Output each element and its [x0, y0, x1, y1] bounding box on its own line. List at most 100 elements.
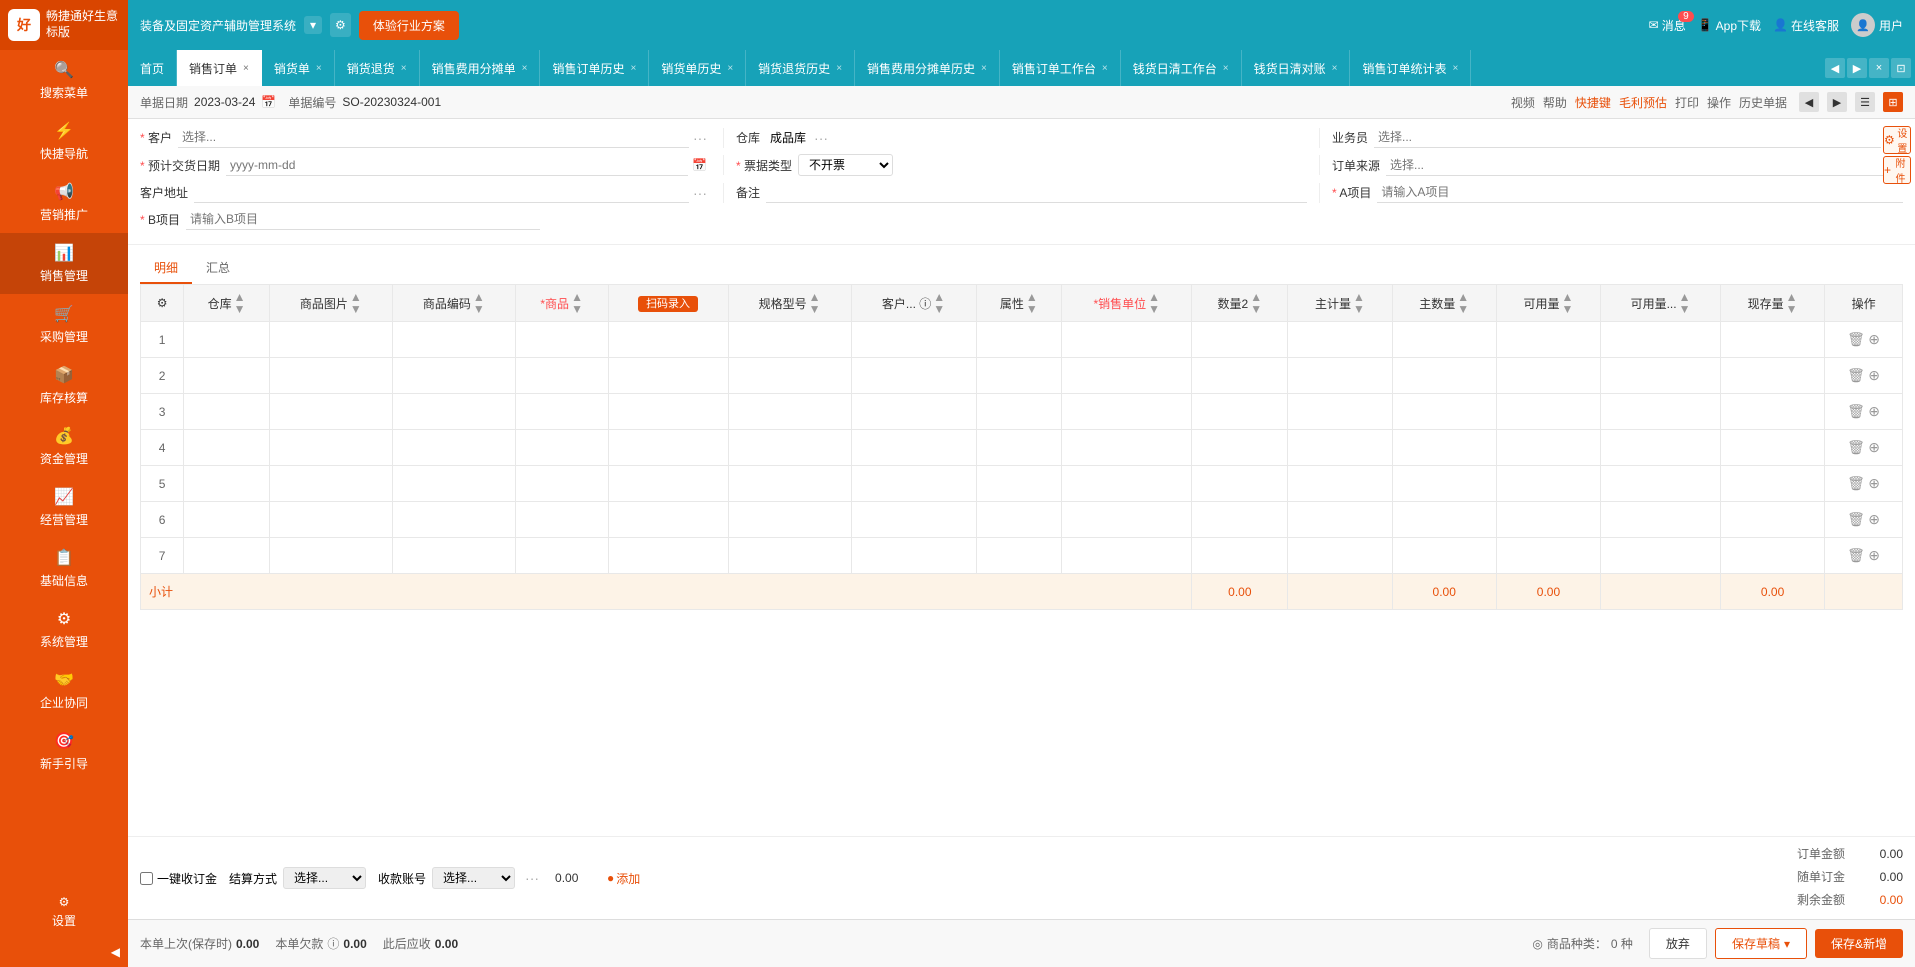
cell-image-4[interactable]	[269, 430, 392, 466]
cell-attr-1[interactable]	[976, 322, 1062, 358]
th-main-unit[interactable]: 主计量▲▼	[1288, 285, 1392, 322]
sidebar-item-0[interactable]: 🔍搜索菜单	[0, 50, 128, 111]
th-main-qty[interactable]: 主数量▲▼	[1392, 285, 1496, 322]
copy-icon-1[interactable]: ⊕	[1868, 331, 1880, 347]
delete-icon-6[interactable]: 🗑	[1847, 511, 1865, 527]
cell-qty2-3[interactable]	[1192, 394, 1288, 430]
cell-code-6[interactable]	[392, 502, 515, 538]
sidebar-item-10[interactable]: 🤝企业协同	[0, 660, 128, 721]
tab-expand-btn[interactable]: ⊡	[1891, 58, 1911, 78]
cell-available-3[interactable]	[1496, 394, 1600, 430]
tab-next-btn[interactable]: ▶	[1847, 58, 1867, 78]
th-attribute[interactable]: 属性▲▼	[976, 285, 1062, 322]
invoice-select[interactable]: 不开票 普通发票 增值税发票	[798, 154, 893, 176]
close-tab-1[interactable]: ×	[243, 63, 249, 74]
order-source-input[interactable]	[1386, 155, 1903, 176]
copy-icon-4[interactable]: ⊕	[1868, 439, 1880, 455]
cell-spec-7[interactable]	[728, 538, 851, 574]
cell-available-2[interactable]	[1496, 358, 1600, 394]
th-settings[interactable]: ⚙	[141, 285, 184, 322]
tab-prev-btn[interactable]: ◀	[1825, 58, 1845, 78]
close-tab-9[interactable]: ×	[1102, 63, 1108, 74]
cell-code-3[interactable]	[392, 394, 515, 430]
delete-icon-2[interactable]: 🗑	[1847, 367, 1865, 383]
tab-detail[interactable]: 明细	[140, 253, 192, 284]
toolbar-next-btn[interactable]: ▶	[1827, 92, 1847, 112]
customer-addr-input[interactable]	[194, 182, 689, 203]
nav-tab-3[interactable]: 销货退货×	[335, 50, 420, 86]
th-qty2[interactable]: 数量2▲▼	[1192, 285, 1288, 322]
th-code[interactable]: 商品编码▲▼	[392, 285, 515, 322]
nav-tab-10[interactable]: 钱货日清工作台×	[1121, 50, 1242, 86]
cell-qty2-7[interactable]	[1192, 538, 1288, 574]
cell-stock-6[interactable]	[1720, 502, 1824, 538]
delete-icon-4[interactable]: 🗑	[1847, 439, 1865, 455]
sidebar-item-11[interactable]: 🎯新手引导	[0, 721, 128, 782]
close-tab-7[interactable]: ×	[836, 63, 842, 74]
close-tab-8[interactable]: ×	[981, 63, 987, 74]
sidebar-item-1[interactable]: ⚡快捷导航	[0, 111, 128, 172]
cell-main-qty-3[interactable]	[1392, 394, 1496, 430]
cell-main-qty-5[interactable]	[1392, 466, 1496, 502]
copy-icon-5[interactable]: ⊕	[1868, 475, 1880, 491]
a-project-input[interactable]	[1377, 182, 1903, 203]
delete-icon-5[interactable]: 🗑	[1847, 475, 1865, 491]
cell-attr-3[interactable]	[976, 394, 1062, 430]
cell-available2-1[interactable]	[1601, 322, 1721, 358]
cell-scan-6[interactable]	[608, 502, 728, 538]
cell-image-7[interactable]	[269, 538, 392, 574]
cell-code-1[interactable]	[392, 322, 515, 358]
cell-main-unit-4[interactable]	[1288, 430, 1392, 466]
cell-scan-1[interactable]	[608, 322, 728, 358]
close-tab-11[interactable]: ×	[1332, 63, 1338, 74]
cell-image-3[interactable]	[269, 394, 392, 430]
cell-main-qty-2[interactable]	[1392, 358, 1496, 394]
save-new-btn[interactable]: 保存&新增	[1815, 929, 1903, 958]
cell-scan-2[interactable]	[608, 358, 728, 394]
cell-image-2[interactable]	[269, 358, 392, 394]
nav-tab-4[interactable]: 销售费用分摊单×	[420, 50, 541, 86]
save-draft-btn[interactable]: 保存草稿 ▾	[1715, 928, 1807, 959]
cell-sales-unit-2[interactable]	[1062, 358, 1192, 394]
delete-icon-3[interactable]: 🗑	[1847, 403, 1865, 419]
addr-dots[interactable]: ···	[689, 185, 711, 201]
cell-sales-unit-1[interactable]	[1062, 322, 1192, 358]
online-service-btn[interactable]: 👤 在线客服	[1773, 17, 1839, 34]
close-tab-3[interactable]: ×	[401, 63, 407, 74]
remark-input[interactable]	[766, 182, 1307, 203]
cell-product-3[interactable]	[515, 394, 608, 430]
cell-product-2[interactable]	[515, 358, 608, 394]
cell-available2-5[interactable]	[1601, 466, 1721, 502]
sidebar-item-6[interactable]: 💰资金管理	[0, 416, 128, 477]
b-project-input[interactable]	[186, 209, 540, 230]
cell-main-unit-6[interactable]	[1288, 502, 1392, 538]
sidebar-item-7[interactable]: 📈经营管理	[0, 477, 128, 538]
th-image[interactable]: 商品图片▲▼	[269, 285, 392, 322]
history-btn[interactable]: 历史单据	[1739, 94, 1787, 111]
cell-main-unit-7[interactable]	[1288, 538, 1392, 574]
cell-warehouse-2[interactable]	[184, 358, 270, 394]
cell-attr-7[interactable]	[976, 538, 1062, 574]
warehouse-dots[interactable]: ···	[810, 130, 832, 146]
cell-warehouse-1[interactable]	[184, 322, 270, 358]
cell-code-5[interactable]	[392, 466, 515, 502]
cell-main-unit-5[interactable]	[1288, 466, 1392, 502]
th-stock[interactable]: 现存量▲▼	[1720, 285, 1824, 322]
cell-spec-4[interactable]	[728, 430, 851, 466]
copy-icon-3[interactable]: ⊕	[1868, 403, 1880, 419]
cell-cust-code-7[interactable]	[851, 538, 976, 574]
topbar-settings-btn[interactable]: ⚙	[330, 13, 351, 37]
th-warehouse[interactable]: 仓库▲▼	[184, 285, 270, 322]
cell-attr-6[interactable]	[976, 502, 1062, 538]
calendar-icon[interactable]: 📅	[261, 95, 276, 109]
cell-code-7[interactable]	[392, 538, 515, 574]
cell-stock-5[interactable]	[1720, 466, 1824, 502]
view-btn[interactable]: 视频	[1511, 94, 1535, 111]
th-spec[interactable]: 规格型号▲▼	[728, 285, 851, 322]
sidebar-item-2[interactable]: 📢营销推广	[0, 172, 128, 233]
cell-cust-code-3[interactable]	[851, 394, 976, 430]
cell-available2-4[interactable]	[1601, 430, 1721, 466]
cell-stock-7[interactable]	[1720, 538, 1824, 574]
copy-icon-6[interactable]: ⊕	[1868, 511, 1880, 527]
cell-product-7[interactable]	[515, 538, 608, 574]
